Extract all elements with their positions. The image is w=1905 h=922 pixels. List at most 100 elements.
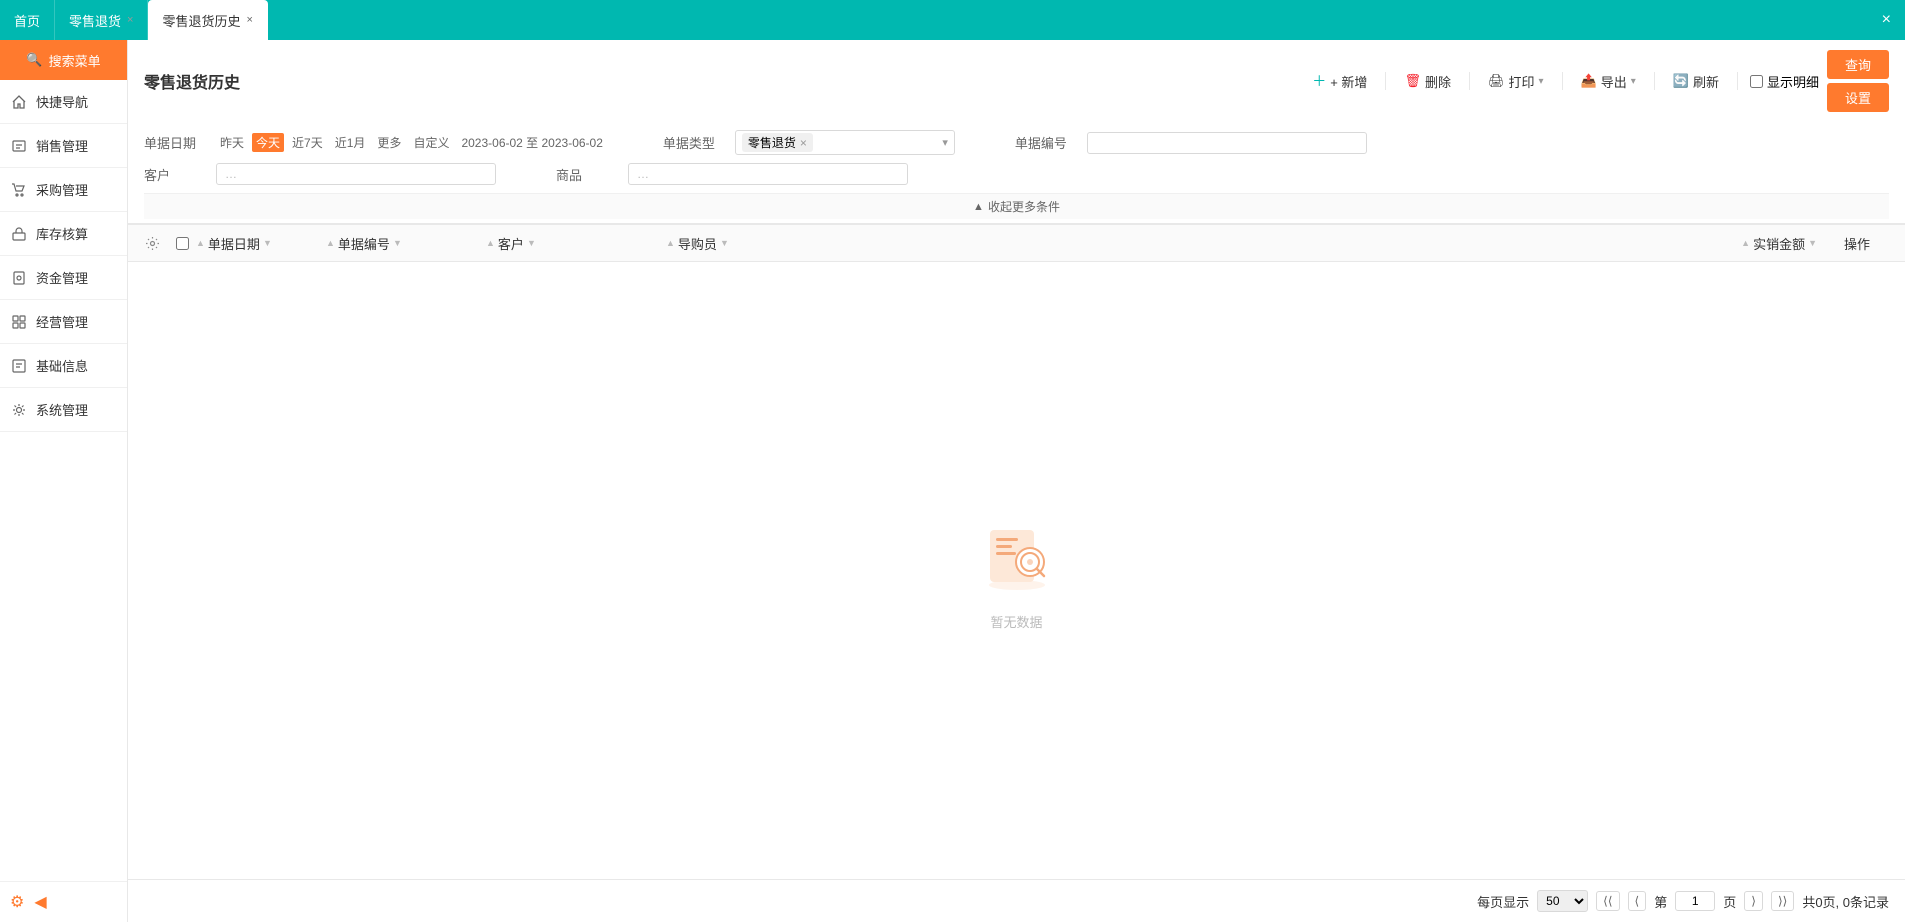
date-btn-1month[interactable]: 近1月 — [331, 133, 370, 152]
sidebar-item-system-mgmt[interactable]: 系统管理 — [0, 388, 127, 432]
top-close-button[interactable]: × — [1868, 11, 1905, 29]
page-label: 第 — [1654, 892, 1667, 911]
sort-up-icon-4: ▲ — [666, 238, 675, 248]
tab-home-label: 首页 — [14, 11, 40, 30]
sidebar-item-finance-label: 资金管理 — [36, 268, 88, 287]
sidebar-item-purchase-mgmt[interactable]: 采购管理 — [0, 168, 127, 212]
prev-page-button[interactable]: ⟨ — [1628, 891, 1647, 911]
print-icon: 🖨 — [1488, 73, 1505, 89]
th-guide[interactable]: ▲ 导购员 ▼ — [666, 234, 816, 253]
filter-area: 单据日期 昨天 今天 近7天 近1月 更多 自定义 2023-06-02 至 2… — [144, 122, 1889, 223]
type-filter-dropdown[interactable]: 零售退货 × ▾ — [735, 130, 955, 155]
sidebar-item-purchase-mgmt-label: 采购管理 — [36, 180, 88, 199]
first-page-button[interactable]: ⟨⟨ — [1596, 891, 1619, 911]
divider-2 — [1469, 72, 1470, 90]
total-info: 共0页, 0条记录 — [1802, 892, 1889, 911]
divider-5 — [1737, 72, 1738, 90]
delete-label: 删除 — [1425, 72, 1451, 91]
sidebar: 🔍 搜索菜单 快捷导航 销售管理 采购管理 库存核算 — [0, 40, 128, 922]
pagination: 每页显示 20 50 100 ⟨⟨ ⟨ 第 页 ⟩ ⟩⟩ 共0页, 0条记录 — [128, 879, 1905, 922]
collapse-filter-button[interactable]: ▲ 收起更多条件 — [144, 193, 1889, 219]
tab-retail-return-history[interactable]: 零售退货历史 × — [148, 0, 267, 40]
tab-retail-return-close[interactable]: × — [127, 14, 133, 26]
select-all-checkbox[interactable] — [176, 237, 189, 250]
setting-button[interactable]: 设置 — [1827, 83, 1889, 112]
goods-filter-input[interactable] — [628, 163, 908, 185]
page-number-input[interactable] — [1675, 891, 1715, 911]
sidebar-item-system-mgmt-label: 系统管理 — [36, 400, 88, 419]
date-btn-7days[interactable]: 近7天 — [288, 133, 327, 152]
print-button[interactable]: 🖨 打印 ▾ — [1482, 68, 1550, 95]
sidebar-item-sales-mgmt-label: 销售管理 — [36, 136, 88, 155]
page-size-select[interactable]: 20 50 100 — [1537, 890, 1588, 912]
sidebar-item-inventory-label: 库存核算 — [36, 224, 88, 243]
next-page-button[interactable]: ⟩ — [1744, 891, 1763, 911]
sidebar-item-sales-mgmt[interactable]: 销售管理 — [0, 124, 127, 168]
table-header: ▲ 单据日期 ▼ ▲ 单据编号 ▼ ▲ 客户 ▼ ▲ 导购员 ▼ — [128, 224, 1905, 262]
top-bar: 首页 零售退货 × 零售退货历史 × × — [0, 0, 1905, 40]
new-icon: ＋ — [1312, 71, 1326, 91]
sort-down-icon-3: ▼ — [527, 238, 536, 248]
type-filter-label: 单据类型 — [663, 133, 715, 152]
sort-up-icon-2: ▲ — [326, 238, 335, 248]
th-customer[interactable]: ▲ 客户 ▼ — [486, 234, 666, 253]
type-tag-close[interactable]: × — [800, 136, 807, 150]
export-button[interactable]: 📤 导出 ▾ — [1575, 68, 1642, 95]
last-page-button[interactable]: ⟩⟩ — [1771, 891, 1794, 911]
th-docno-label: 单据编号 — [338, 234, 390, 253]
sidebar-item-basic-info[interactable]: 基础信息 — [0, 344, 127, 388]
type-tag-label: 零售退货 — [748, 134, 796, 151]
page-unit: 页 — [1723, 892, 1736, 911]
customer-filter-input[interactable] — [216, 163, 496, 185]
print-label: 打印 — [1508, 72, 1534, 91]
sidebar-search[interactable]: 🔍 搜索菜单 — [0, 40, 127, 80]
show-detail-checkbox[interactable]: 显示明细 — [1750, 72, 1819, 91]
date-btn-yesterday[interactable]: 昨天 — [216, 133, 248, 152]
sidebar-item-finance[interactable]: 资金管理 — [0, 256, 127, 300]
sort-up-icon-5: ▲ — [1741, 238, 1750, 248]
sidebar-item-inventory[interactable]: 库存核算 — [0, 212, 127, 256]
table-settings-icon[interactable] — [136, 236, 168, 251]
sort-down-icon-2: ▼ — [393, 238, 402, 248]
system-icon — [10, 401, 28, 419]
page-title: 零售退货历史 — [144, 69, 240, 93]
th-action-label: 操作 — [1844, 234, 1870, 253]
sidebar-item-quick-nav[interactable]: 快捷导航 — [0, 80, 127, 124]
sidebar-item-operations-label: 经营管理 — [36, 312, 88, 331]
sidebar-item-quick-nav-label: 快捷导航 — [36, 92, 88, 111]
page-header: 零售退货历史 ＋ + 新增 🗑 删除 — [128, 40, 1905, 224]
tab-retail-return[interactable]: 零售退货 × — [55, 0, 148, 40]
delete-button[interactable]: 🗑 删除 — [1398, 68, 1457, 95]
th-date[interactable]: ▲ 单据日期 ▼ — [196, 234, 326, 253]
docno-filter-input[interactable] — [1087, 132, 1367, 154]
main-layout: 🔍 搜索菜单 快捷导航 销售管理 采购管理 库存核算 — [0, 40, 1905, 922]
type-tag: 零售退货 × — [742, 133, 813, 152]
date-btn-more[interactable]: 更多 — [373, 133, 405, 152]
show-detail-input[interactable] — [1750, 75, 1763, 88]
query-button[interactable]: 查询 — [1827, 50, 1889, 79]
sidebar-item-operations[interactable]: 经营管理 — [0, 300, 127, 344]
goods-filter-label: 商品 — [556, 165, 608, 184]
table-select-all[interactable] — [168, 237, 196, 250]
sort-down-icon-5: ▼ — [1808, 238, 1817, 248]
tab-retail-return-label: 零售退货 — [69, 11, 121, 30]
refresh-button[interactable]: 🔄 刷新 — [1667, 68, 1725, 95]
inventory-icon — [10, 225, 28, 243]
sidebar-bottom: ⚙ ◀ — [0, 881, 127, 922]
customer-filter-label: 客户 — [144, 165, 196, 184]
th-docno[interactable]: ▲ 单据编号 ▼ — [326, 234, 486, 253]
delete-icon: 🗑 — [1404, 73, 1421, 89]
th-customer-label: 客户 — [498, 234, 524, 253]
new-label: + 新增 — [1330, 72, 1367, 91]
tab-home[interactable]: 首页 — [0, 0, 55, 40]
content-area: 零售退货历史 ＋ + 新增 🗑 删除 — [128, 40, 1905, 922]
empty-state: 暂无数据 — [128, 262, 1905, 879]
new-button[interactable]: ＋ + 新增 — [1306, 67, 1373, 95]
collapse-sidebar-icon[interactable]: ◀ — [34, 892, 46, 912]
th-amount[interactable]: ▲ 实销金额 ▼ — [1697, 234, 1817, 253]
date-btn-today[interactable]: 今天 — [252, 133, 284, 152]
date-btn-custom[interactable]: 自定义 — [409, 133, 453, 152]
dropdown-chevron-icon: ▾ — [942, 136, 948, 149]
tab-retail-return-history-close[interactable]: × — [246, 14, 252, 26]
settings-bottom-icon[interactable]: ⚙ — [10, 892, 24, 912]
